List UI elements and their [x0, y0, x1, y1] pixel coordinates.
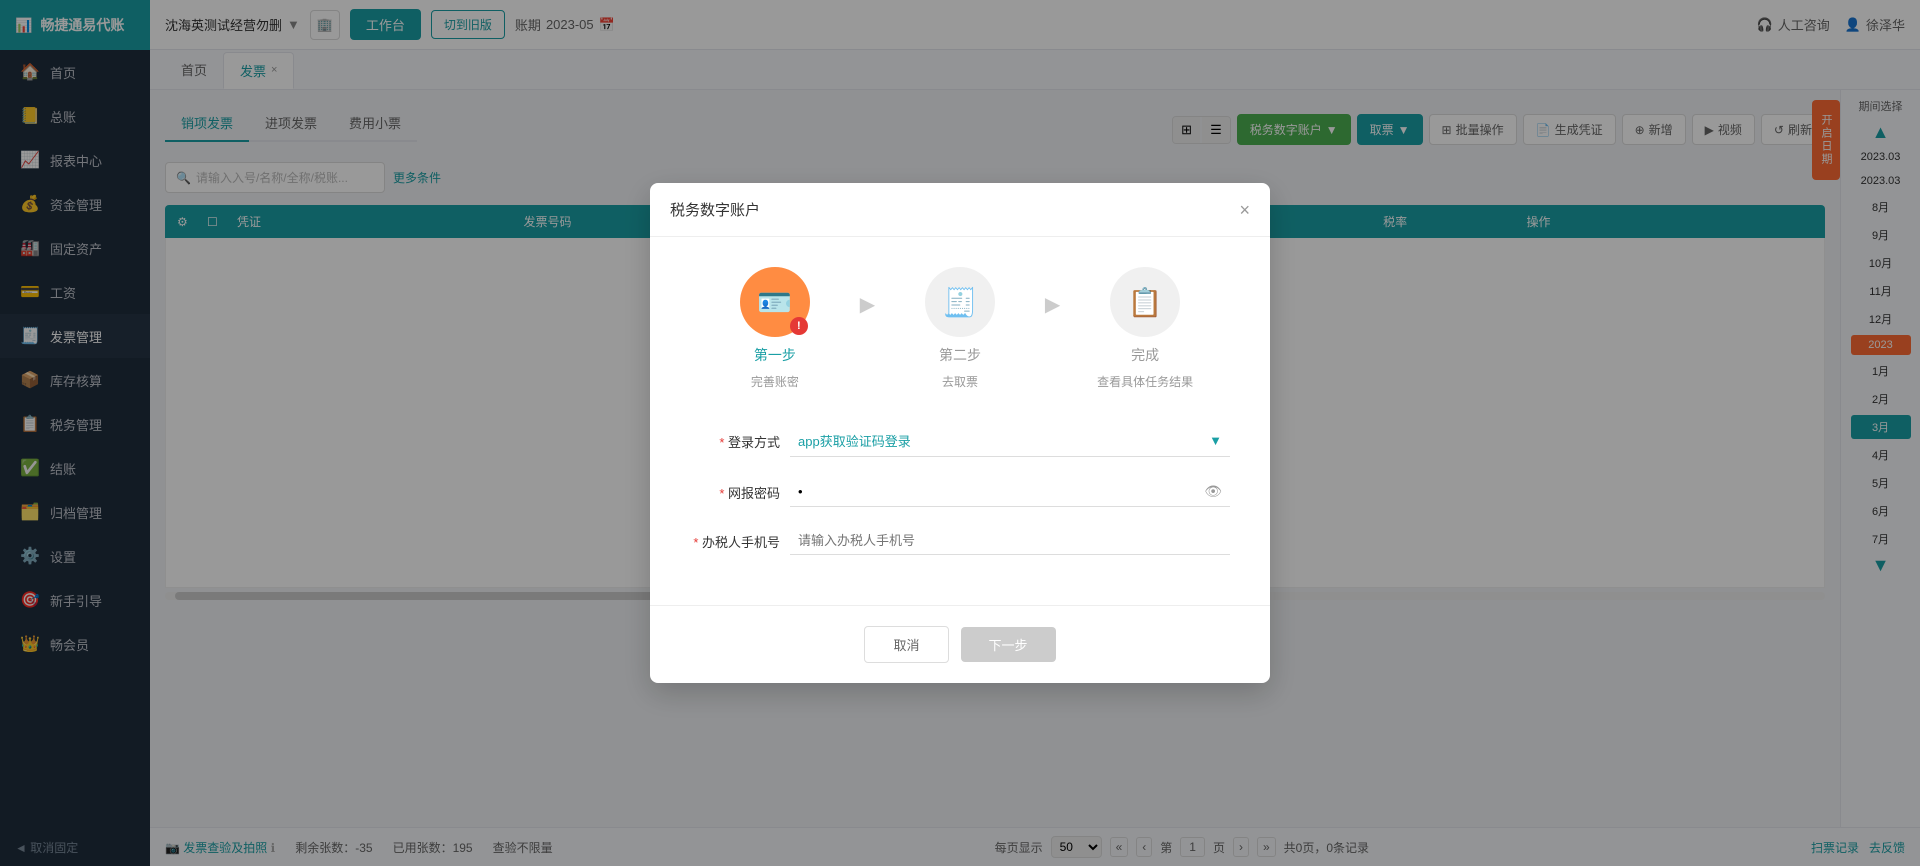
- phone-label: 办税人手机号: [690, 532, 780, 551]
- step1-badge: !: [790, 317, 808, 335]
- step1-badge-text: !: [797, 320, 801, 332]
- step3-icon-wrap: 📋: [1110, 267, 1180, 337]
- cancel-button[interactable]: 取消: [864, 626, 948, 663]
- form-row-phone: 办税人手机号: [690, 527, 1230, 555]
- password-input[interactable]: [798, 484, 1204, 499]
- step2-desc: 去取票: [942, 373, 978, 390]
- step-arrow-2: ▶: [1045, 292, 1060, 317]
- login-method-value: app获取验证码登录: [798, 431, 911, 450]
- login-method-select[interactable]: app获取验证码登录 ▼: [790, 425, 1230, 457]
- step-2: 🧾 第二步 去取票: [875, 267, 1045, 390]
- login-method-arrow: ▼: [1209, 433, 1222, 448]
- next-button[interactable]: 下一步: [961, 627, 1056, 662]
- form-row-login-method: 登录方式 app获取验证码登录 ▼: [690, 425, 1230, 457]
- steps: 🪪 ! 第一步 完善账密 ▶ 🧾 第二步 去取票: [690, 267, 1230, 390]
- password-field-wrap: 👁: [790, 477, 1230, 507]
- step1-icon: 🪪: [757, 286, 792, 319]
- dialog-header: 税务数字账户 ×: [650, 183, 1270, 237]
- phone-input[interactable]: [790, 527, 1230, 555]
- toggle-password-icon[interactable]: 👁: [1204, 483, 1222, 500]
- step3-icon: 📋: [1128, 286, 1163, 319]
- step1-label: 第一步: [754, 345, 796, 365]
- step2-label: 第二步: [939, 345, 981, 365]
- dialog-close-btn[interactable]: ×: [1239, 201, 1250, 219]
- modal-overlay: 税务数字账户 × 🪪 ! 第一步 完善账密 ▶: [0, 0, 1920, 866]
- step3-label: 完成: [1131, 345, 1159, 365]
- password-label: 网报密码: [690, 483, 780, 502]
- dialog-title: 税务数字账户: [670, 199, 760, 220]
- login-method-label: 登录方式: [690, 432, 780, 451]
- step1-desc: 完善账密: [751, 373, 799, 390]
- step3-desc: 查看具体任务结果: [1097, 373, 1193, 390]
- step1-icon-wrap: 🪪 !: [740, 267, 810, 337]
- step-1: 🪪 ! 第一步 完善账密: [690, 267, 860, 390]
- form-row-password: 网报密码 👁: [690, 477, 1230, 507]
- step-arrow-1: ▶: [860, 292, 875, 317]
- step2-icon-wrap: 🧾: [925, 267, 995, 337]
- step2-icon: 🧾: [943, 286, 978, 319]
- dialog-footer: 取消 下一步: [650, 605, 1270, 683]
- tax-digital-account-dialog: 税务数字账户 × 🪪 ! 第一步 完善账密 ▶: [650, 183, 1270, 683]
- step-3: 📋 完成 查看具体任务结果: [1060, 267, 1230, 390]
- dialog-body: 🪪 ! 第一步 完善账密 ▶ 🧾 第二步 去取票: [650, 237, 1270, 605]
